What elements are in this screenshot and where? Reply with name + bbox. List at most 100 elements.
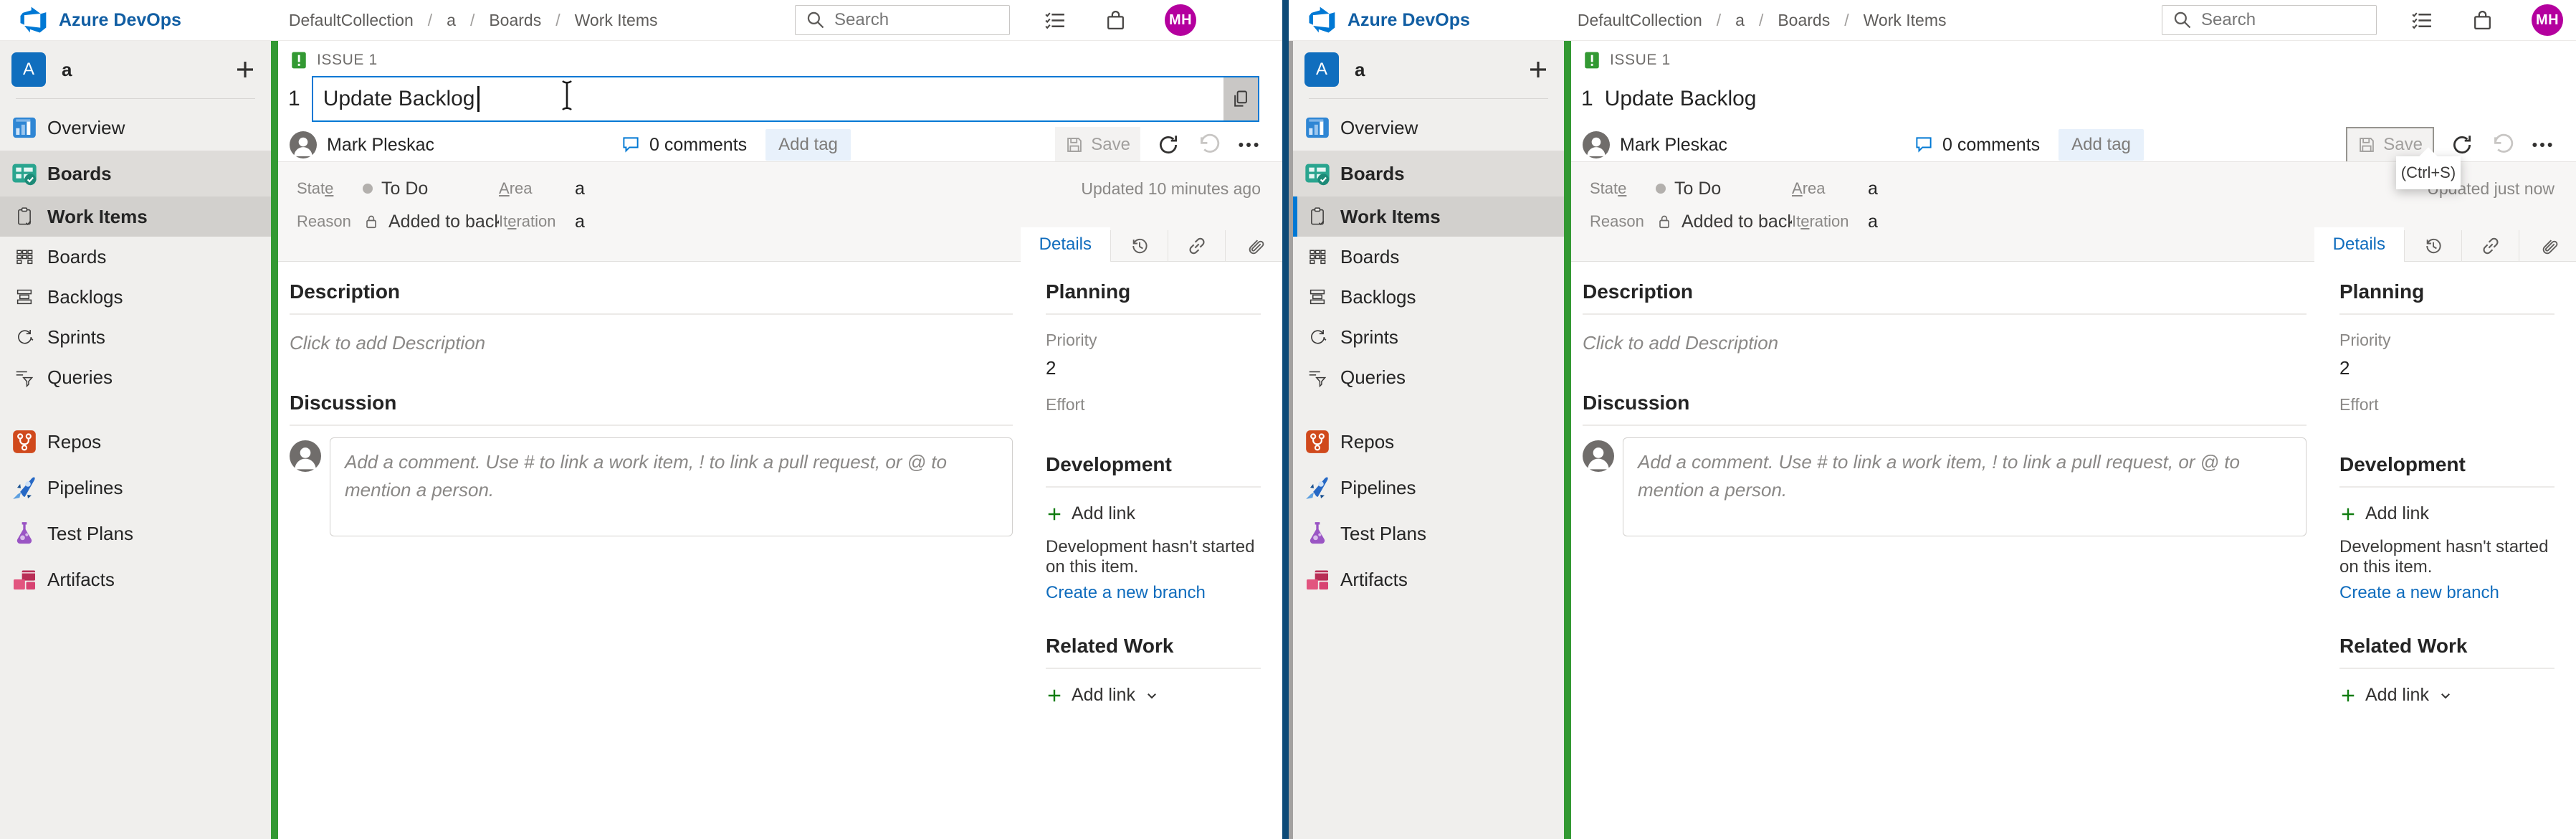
sidebar-item-boards[interactable]: Boards	[0, 237, 271, 277]
tab-history[interactable]	[2404, 230, 2461, 262]
sidebar-item-queries[interactable]: Queries	[1293, 357, 1564, 397]
sidebar-item-backlogs[interactable]: Backlogs	[0, 277, 271, 317]
more-options-icon[interactable]	[2530, 133, 2554, 157]
sidebar-item-work-items[interactable]: Work Items	[1293, 196, 1564, 237]
brand[interactable]: Azure DevOps	[19, 6, 181, 34]
dev-status-text: Development hasn't started on this item.	[2339, 537, 2549, 577]
title-input[interactable]: Update Backlog	[311, 76, 1259, 122]
project-row[interactable]: A a	[1293, 41, 1564, 95]
breadcrumb-item[interactable]: Work Items	[575, 11, 658, 30]
sidebar-item-boards-hub[interactable]: Boards	[0, 151, 271, 196]
breadcrumb-item[interactable]: a	[447, 11, 456, 30]
assignee-field[interactable]: Mark Pleskac	[1583, 131, 1914, 158]
boards-icon	[10, 159, 39, 188]
sidebar-item-pipelines[interactable]: Pipelines	[1293, 465, 1564, 511]
sidebar-item-repos[interactable]: Repos	[0, 419, 271, 465]
search-input[interactable]	[2201, 10, 2366, 30]
sidebar-item-repos[interactable]: Repos	[1293, 419, 1564, 465]
state-value[interactable]: To Do	[1656, 179, 1792, 199]
sidebar-item-artifacts[interactable]: Artifacts	[1293, 556, 1564, 602]
create-branch-link[interactable]: Create a new branch	[1046, 583, 1261, 603]
lock-icon	[1656, 213, 1673, 230]
tab-details[interactable]: Details	[1020, 227, 1110, 262]
breadcrumb-item[interactable]: Work Items	[1864, 11, 1947, 30]
comments-button[interactable]: 0 comments	[1914, 135, 2040, 156]
brand[interactable]: Azure DevOps	[1307, 6, 1470, 34]
plus-icon	[2339, 687, 2357, 704]
more-options-icon[interactable]	[1236, 133, 1261, 157]
sidebar-item-pipelines[interactable]: Pipelines	[0, 465, 271, 511]
priority-value[interactable]: 2	[1046, 357, 1261, 379]
description-placeholder[interactable]: Click to add Description	[290, 332, 1013, 354]
create-branch-link[interactable]: Create a new branch	[2339, 583, 2554, 603]
copy-title-button[interactable]	[1223, 77, 1258, 120]
breadcrumb-item[interactable]: Boards	[489, 11, 541, 30]
related-add-link[interactable]: Add link	[1046, 685, 1261, 706]
sidebar-item-overview[interactable]: Overview	[0, 105, 271, 151]
breadcrumb-item[interactable]: DefaultCollection	[1578, 11, 1702, 30]
plus-icon	[1046, 506, 1063, 523]
breadcrumb-item[interactable]: Boards	[1778, 11, 1830, 30]
sidebar-item-test-plans[interactable]: Test Plans	[1293, 511, 1564, 556]
tab-attachments[interactable]	[2519, 230, 2576, 262]
task-list-icon[interactable]	[2410, 9, 2433, 32]
refresh-icon[interactable]	[1156, 133, 1180, 157]
sidebar-item-test-plans[interactable]: Test Plans	[0, 511, 271, 556]
sidebar-item-sprints[interactable]: Sprints	[0, 317, 271, 357]
area-value[interactable]: a	[1868, 179, 1878, 199]
undo-icon[interactable]	[1196, 133, 1221, 157]
comments-button[interactable]: 0 comments	[621, 135, 747, 156]
work-item-title[interactable]: Update Backlog	[1605, 87, 1757, 111]
tab-links[interactable]	[2461, 230, 2519, 262]
sidebar-item-boards[interactable]: Boards	[1293, 237, 1564, 277]
sidebar-item-overview[interactable]: Overview	[1293, 105, 1564, 151]
save-icon	[2357, 136, 2376, 154]
task-list-icon[interactable]	[1043, 9, 1067, 32]
sidebar-item-work-items[interactable]: Work Items	[0, 196, 271, 237]
iteration-value[interactable]: a	[575, 212, 585, 232]
breadcrumb-item[interactable]: a	[1735, 11, 1745, 30]
marketplace-bag-icon[interactable]	[1104, 9, 1127, 32]
user-avatar[interactable]: MH	[2532, 4, 2563, 36]
area-value[interactable]: a	[575, 179, 585, 199]
user-avatar[interactable]: MH	[1165, 4, 1196, 36]
iteration-value[interactable]: a	[1868, 212, 1878, 232]
dev-add-link[interactable]: Add link	[1046, 503, 1261, 524]
tab-attachments[interactable]	[1225, 230, 1282, 262]
sidebar-item-artifacts[interactable]: Artifacts	[0, 556, 271, 602]
comment-input[interactable]: Add a comment. Use # to link a work item…	[330, 437, 1013, 536]
iteration-label: Iteration	[499, 212, 556, 230]
reason-value[interactable]: Added to backl...	[1656, 212, 1792, 232]
overview-icon	[10, 113, 39, 142]
refresh-icon[interactable]	[2450, 133, 2474, 157]
add-project-icon[interactable]	[234, 58, 257, 81]
comment-input[interactable]: Add a comment. Use # to link a work item…	[1623, 437, 2307, 536]
add-project-icon[interactable]	[1527, 58, 1550, 81]
sidebar-item-queries[interactable]: Queries	[0, 357, 271, 397]
search-input[interactable]	[834, 10, 999, 30]
state-value[interactable]: To Do	[363, 179, 499, 199]
breadcrumb-item[interactable]: DefaultCollection	[289, 11, 414, 30]
description-placeholder[interactable]: Click to add Description	[1583, 332, 2307, 354]
marketplace-bag-icon[interactable]	[2471, 9, 2494, 32]
tab-links[interactable]	[1168, 230, 1225, 262]
add-tag-button[interactable]: Add tag	[765, 129, 851, 161]
save-button[interactable]: Save	[1055, 127, 1140, 163]
reason-value[interactable]: Added to back...	[363, 212, 499, 232]
search-box[interactable]	[2162, 5, 2377, 35]
dev-add-link[interactable]: Add link	[2339, 503, 2554, 524]
assignee-field[interactable]: Mark Pleskac	[290, 131, 621, 158]
sidebar-item-backlogs[interactable]: Backlogs	[1293, 277, 1564, 317]
tab-history[interactable]	[1110, 230, 1168, 262]
tab-details[interactable]: Details	[2314, 227, 2404, 262]
sidebar-item-sprints[interactable]: Sprints	[1293, 317, 1564, 357]
add-tag-button[interactable]: Add tag	[2059, 129, 2144, 161]
priority-value[interactable]: 2	[2339, 357, 2554, 379]
project-row[interactable]: A a	[0, 41, 271, 95]
search-box[interactable]	[795, 5, 1010, 35]
repos-icon	[10, 427, 39, 456]
undo-icon[interactable]	[2490, 133, 2514, 157]
related-add-link[interactable]: Add link	[2339, 685, 2554, 706]
work-item-id: 1	[288, 87, 300, 110]
sidebar-item-boards-hub[interactable]: Boards	[1293, 151, 1564, 196]
